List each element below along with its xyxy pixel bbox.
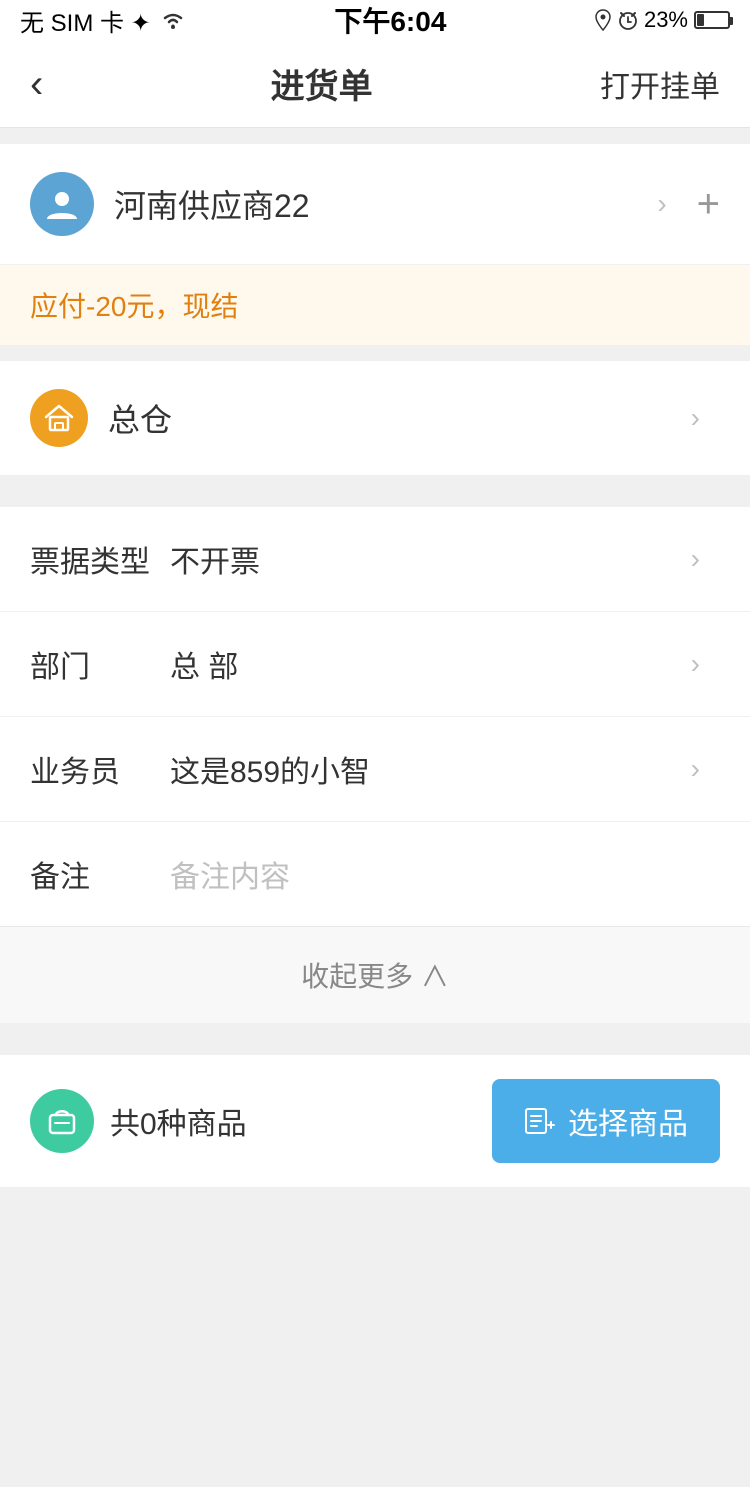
department-row[interactable]: 部门 总 部 › — [0, 612, 750, 717]
department-label: 部门 — [30, 642, 170, 686]
back-button[interactable]: ‹ — [30, 64, 43, 104]
status-left: 无 SIM 卡 ✦ — [20, 3, 187, 38]
remark-row[interactable]: 备注 备注内容 — [0, 822, 750, 926]
wifi-icon — [159, 10, 187, 30]
warehouse-row[interactable]: 总仓 › — [0, 361, 750, 475]
invoice-row[interactable]: 票据类型 不开票 › — [0, 507, 750, 612]
warehouse-chevron-icon: › — [691, 402, 700, 434]
top-divider — [0, 128, 750, 144]
battery-icon — [694, 11, 730, 29]
supplier-avatar — [30, 172, 94, 236]
supplier-notice: 应付-20元，现结 — [0, 265, 750, 345]
department-value: 总 部 — [170, 642, 691, 686]
invoice-chevron-icon: › — [691, 543, 700, 575]
salesperson-chevron-icon: › — [691, 753, 700, 785]
page-title: 进货单 — [271, 59, 373, 108]
alarm-icon — [618, 9, 638, 31]
sim-signal-text: 无 SIM 卡 ✦ — [20, 3, 151, 38]
select-product-label: 选择商品 — [568, 1099, 688, 1143]
nav-bar: ‹ 进货单 打开挂单 — [0, 40, 750, 128]
invoice-label: 票据类型 — [30, 537, 170, 581]
status-bar: 无 SIM 卡 ✦ 下午6:04 23% — [0, 0, 750, 40]
divider-3 — [0, 1023, 750, 1039]
remark-label: 备注 — [30, 852, 170, 896]
divider-1 — [0, 345, 750, 361]
supplier-name: 河南供应商22 — [114, 181, 657, 227]
remark-input[interactable]: 备注内容 — [170, 852, 720, 896]
supplier-chevron-icon: › — [657, 188, 666, 220]
status-right: 23% — [594, 7, 730, 33]
add-button[interactable]: + — [697, 182, 720, 227]
supplier-row[interactable]: 河南供应商22 › + — [0, 144, 750, 265]
divider-2 — [0, 475, 750, 491]
invoice-value: 不开票 — [170, 537, 691, 581]
warehouse-name: 总仓 — [108, 395, 691, 441]
form-section: 票据类型 不开票 › 部门 总 部 › 业务员 这是859的小智 › 备注 备注… — [0, 507, 750, 926]
warehouse-icon — [30, 389, 88, 447]
battery-percent: 23% — [644, 7, 688, 33]
department-chevron-icon: › — [691, 648, 700, 680]
salesperson-label: 业务员 — [30, 747, 170, 791]
warehouse-section[interactable]: 总仓 › — [0, 361, 750, 475]
supplier-section: 河南供应商22 › + 应付-20元，现结 — [0, 144, 750, 345]
background-filler — [0, 1187, 750, 1487]
house-icon — [42, 401, 76, 435]
product-count-text: 共0种商品 — [110, 1099, 247, 1143]
open-pending-button[interactable]: 打开挂单 — [600, 62, 720, 106]
collapse-button[interactable]: 收起更多 ∧ — [0, 926, 750, 1023]
select-product-icon — [524, 1107, 556, 1135]
bottom-bar: 共0种商品 选择商品 — [0, 1055, 750, 1187]
salesperson-row[interactable]: 业务员 这是859的小智 › — [0, 717, 750, 822]
status-time: 下午6:04 — [334, 0, 446, 40]
salesperson-value: 这是859的小智 — [170, 747, 691, 791]
product-bag-icon — [30, 1089, 94, 1153]
location-icon — [594, 9, 612, 31]
bag-icon — [44, 1103, 80, 1139]
select-product-button[interactable]: 选择商品 — [492, 1079, 720, 1163]
person-icon — [43, 185, 81, 223]
product-count-area: 共0种商品 — [30, 1089, 247, 1153]
